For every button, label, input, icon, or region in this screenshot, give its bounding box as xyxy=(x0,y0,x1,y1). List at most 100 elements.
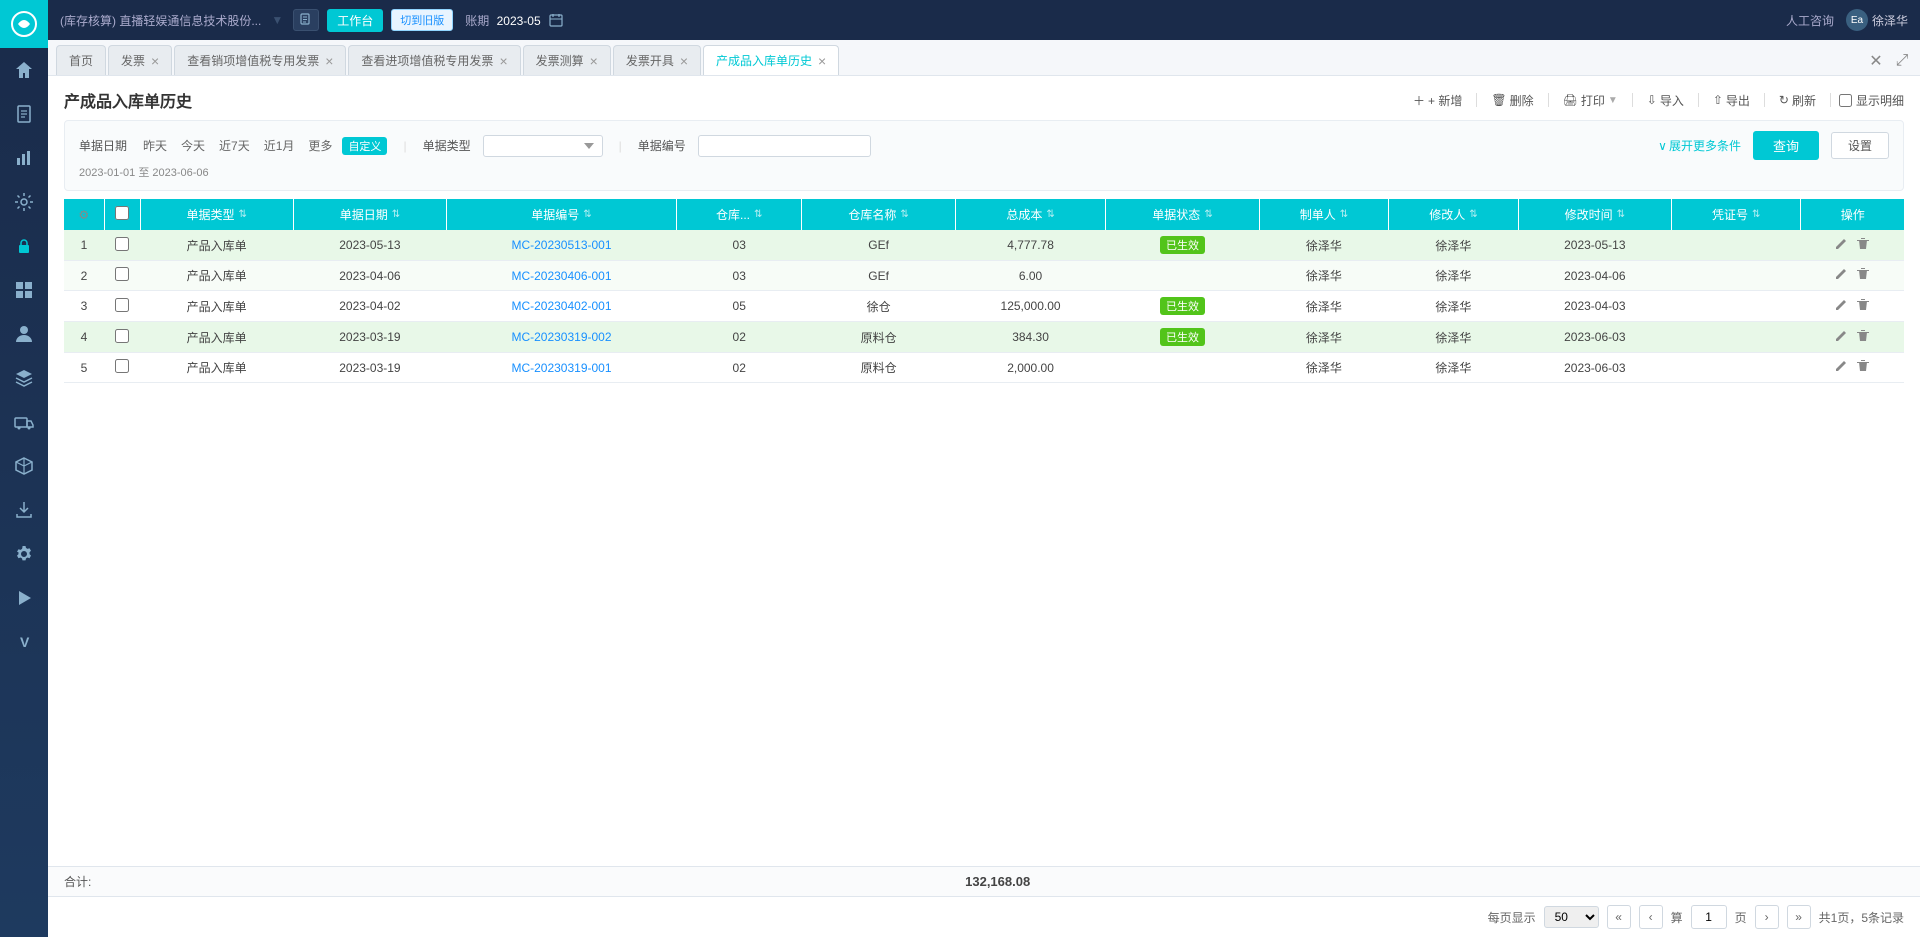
row-edit-btn[interactable] xyxy=(1834,267,1848,284)
row-edit-btn[interactable] xyxy=(1834,237,1848,254)
sort-number-icon[interactable]: ⇅ xyxy=(583,209,591,220)
row-delete-btn[interactable] xyxy=(1856,329,1870,346)
doc-icon[interactable] xyxy=(293,9,319,31)
sidebar-item-download[interactable] xyxy=(0,488,48,532)
row-checkbox[interactable] xyxy=(115,359,129,373)
tab-product-inbound[interactable]: 产成品入库单历史 × xyxy=(703,45,839,75)
sidebar-item-settings3[interactable] xyxy=(0,532,48,576)
number-filter-input[interactable] xyxy=(698,135,871,157)
select-all-checkbox[interactable] xyxy=(115,206,129,220)
filter-row1: 单据日期 昨天 今天 近7天 近1月 更多 自定义 | 单据类型 | 单据编号 xyxy=(79,131,1889,160)
tab-sales-vat-close[interactable]: × xyxy=(325,54,333,68)
current-page-input[interactable] xyxy=(1691,905,1727,929)
period-value: 2023-05 xyxy=(497,14,541,28)
sidebar: V xyxy=(0,0,48,937)
expand-conditions-btn[interactable]: ∨ 展开更多条件 xyxy=(1658,137,1741,154)
next-page-btn[interactable]: › xyxy=(1755,905,1779,929)
sort-cost-icon[interactable]: ⇅ xyxy=(1046,209,1054,220)
tab-invoice[interactable]: 发票 × xyxy=(108,45,172,75)
sidebar-item-truck[interactable] xyxy=(0,400,48,444)
row-delete-btn[interactable] xyxy=(1856,298,1870,315)
cell-mtime: 2023-04-06 xyxy=(1518,261,1671,291)
prev-page-btn[interactable]: ‹ xyxy=(1639,905,1663,929)
sort-wh-code-icon[interactable]: ⇅ xyxy=(754,209,762,220)
cell-number[interactable]: MC-20230406-001 xyxy=(447,261,677,291)
date-custom-btn[interactable]: 自定义 xyxy=(342,137,387,155)
cell-number[interactable]: MC-20230319-002 xyxy=(447,322,677,353)
settings-button[interactable]: 设置 xyxy=(1831,132,1889,159)
sort-date-icon[interactable]: ⇅ xyxy=(392,209,400,220)
tab-input-vat-close[interactable]: × xyxy=(499,54,507,68)
sidebar-item-v[interactable]: V xyxy=(0,620,48,664)
sort-voucher-icon[interactable]: ⇅ xyxy=(1752,209,1760,220)
sort-modifier-icon[interactable]: ⇅ xyxy=(1469,209,1477,220)
cell-number[interactable]: MC-20230513-001 xyxy=(447,230,677,261)
tab-invoice-calc[interactable]: 发票测算 × xyxy=(523,45,611,75)
cell-number[interactable]: MC-20230319-001 xyxy=(447,353,677,383)
tab-sales-vat[interactable]: 查看销项增值税专用发票 × xyxy=(174,45,346,75)
sidebar-item-home[interactable] xyxy=(0,48,48,92)
switch-version-button[interactable]: 切到旧版 xyxy=(391,9,453,31)
first-page-btn[interactable]: « xyxy=(1607,905,1631,929)
tab-input-vat[interactable]: 查看进项增值税专用发票 × xyxy=(348,45,520,75)
row-delete-btn[interactable] xyxy=(1856,237,1870,254)
tab-product-inbound-close[interactable]: × xyxy=(818,54,826,68)
row-checkbox[interactable] xyxy=(115,298,129,312)
type-filter-select[interactable] xyxy=(483,135,603,157)
row-delete-btn[interactable] xyxy=(1856,267,1870,284)
sidebar-item-settings2[interactable] xyxy=(0,180,48,224)
tab-invoice-open[interactable]: 发票开具 × xyxy=(613,45,701,75)
help-label[interactable]: 人工咨询 xyxy=(1786,12,1834,29)
delete-button[interactable]: 🗑 删除 xyxy=(1485,89,1539,112)
tab-invoice-open-close[interactable]: × xyxy=(680,54,688,68)
row-checkbox[interactable] xyxy=(115,237,129,251)
user-menu[interactable]: Ea 徐泽华 xyxy=(1846,9,1908,31)
query-button[interactable]: 查询 xyxy=(1753,131,1819,160)
import-button[interactable]: ⇩ 导入 xyxy=(1641,89,1690,112)
refresh-button[interactable]: ↻ 刷新 xyxy=(1773,89,1822,112)
export-button[interactable]: ⇧ 导出 xyxy=(1707,89,1756,112)
tab-close-all[interactable]: ✕ xyxy=(1866,51,1886,71)
date-opt-7days[interactable]: 近7天 xyxy=(215,136,254,155)
settings-gear-icon[interactable]: ⚙ xyxy=(78,208,89,222)
sidebar-item-grid[interactable] xyxy=(0,268,48,312)
sidebar-item-invoice[interactable] xyxy=(0,92,48,136)
sort-status-icon[interactable]: ⇅ xyxy=(1204,209,1212,220)
sidebar-item-layers[interactable] xyxy=(0,356,48,400)
date-opt-more[interactable]: 更多 xyxy=(304,136,336,155)
row-edit-btn[interactable] xyxy=(1834,359,1848,376)
calendar-icon[interactable] xyxy=(549,13,563,27)
date-opt-yesterday[interactable]: 昨天 xyxy=(139,136,171,155)
date-opt-today[interactable]: 今天 xyxy=(177,136,209,155)
print-button[interactable]: 🖨 打印 ▼ xyxy=(1557,89,1624,112)
tab-home[interactable]: 首页 xyxy=(56,45,106,75)
row-checkbox[interactable] xyxy=(115,267,129,281)
show-detail-checkbox[interactable] xyxy=(1839,94,1852,107)
sort-type-icon[interactable]: ⇅ xyxy=(238,209,246,220)
sidebar-item-play[interactable] xyxy=(0,576,48,620)
new-button[interactable]: ＋ + 新增 xyxy=(1407,89,1468,112)
last-page-btn[interactable]: » xyxy=(1787,905,1811,929)
topbar-right: 人工咨询 Ea 徐泽华 xyxy=(1786,9,1908,31)
row-checkbox[interactable] xyxy=(115,329,129,343)
row-edit-btn[interactable] xyxy=(1834,298,1848,315)
cell-number[interactable]: MC-20230402-001 xyxy=(447,291,677,322)
sidebar-item-chart[interactable] xyxy=(0,136,48,180)
workbench-button[interactable]: 工作台 xyxy=(327,9,383,32)
date-opt-1month[interactable]: 近1月 xyxy=(260,136,299,155)
tab-invoice-calc-close[interactable]: × xyxy=(590,54,598,68)
sidebar-item-person[interactable] xyxy=(0,312,48,356)
row-edit-btn[interactable] xyxy=(1834,329,1848,346)
row-action-group xyxy=(1809,237,1896,254)
sort-wh-name-icon[interactable]: ⇅ xyxy=(900,209,908,220)
tab-invoice-close[interactable]: × xyxy=(151,54,159,68)
row-delete-btn[interactable] xyxy=(1856,359,1870,376)
sidebar-item-box[interactable] xyxy=(0,444,48,488)
per-page-select[interactable]: 50 20 100 xyxy=(1544,906,1599,928)
export-label: 导出 xyxy=(1726,92,1750,109)
sort-mtime-icon[interactable]: ⇅ xyxy=(1617,209,1625,220)
sidebar-item-lock[interactable] xyxy=(0,224,48,268)
sort-creator-icon[interactable]: ⇅ xyxy=(1340,209,1348,220)
tab-maximize[interactable]: ⤢ xyxy=(1892,51,1912,71)
show-detail-toggle[interactable]: 显示明细 xyxy=(1839,92,1904,109)
